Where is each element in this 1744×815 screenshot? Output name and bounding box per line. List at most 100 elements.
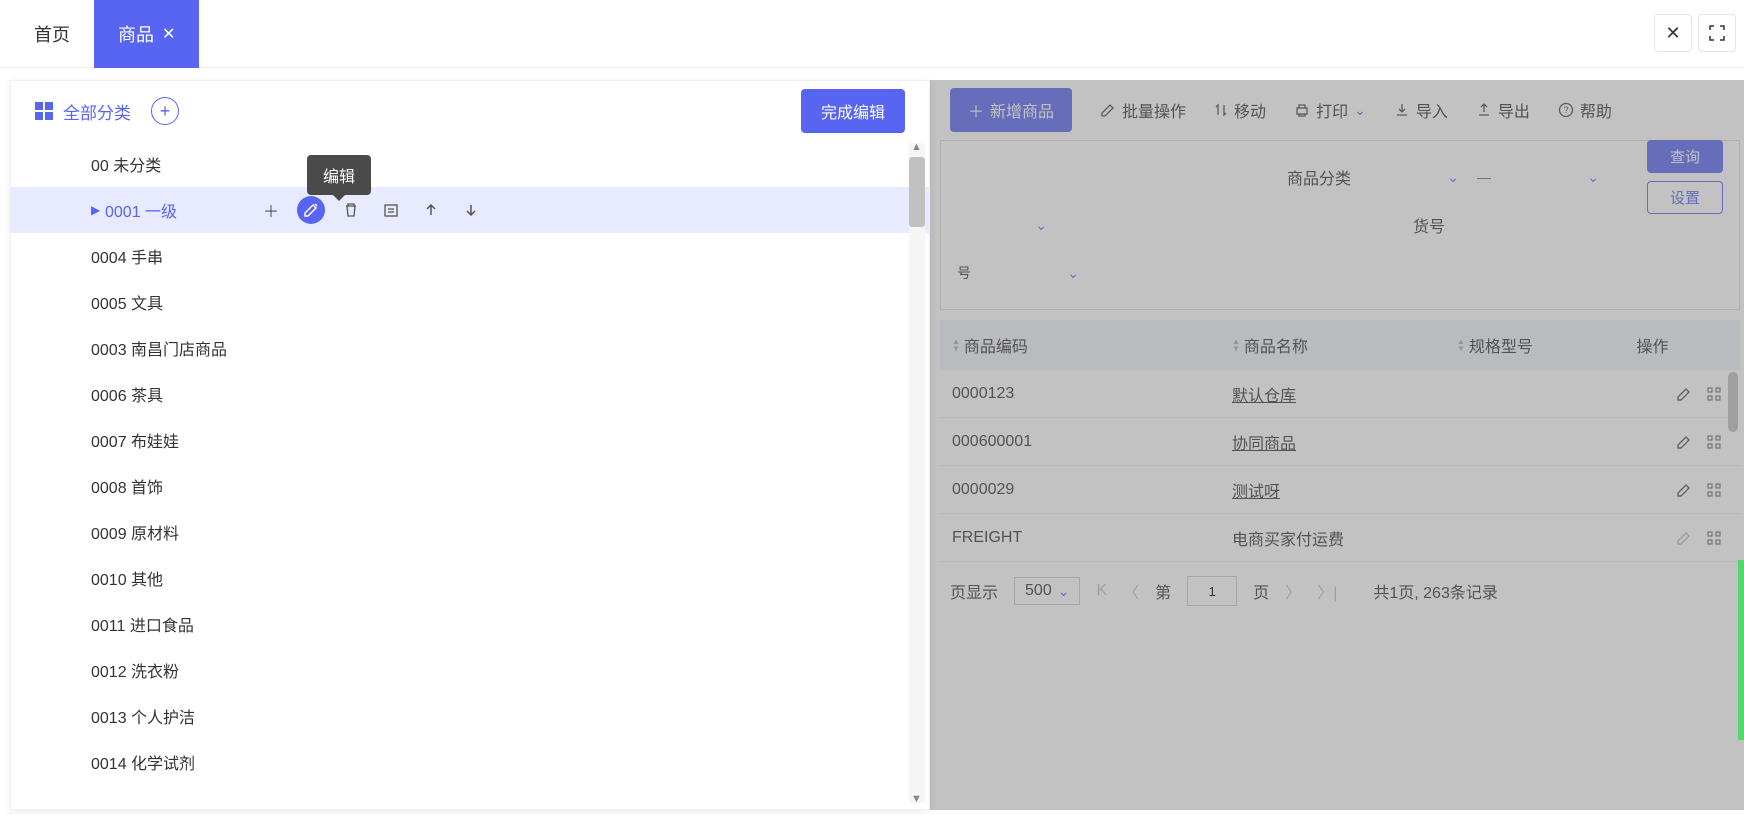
cell-code: 0000029 xyxy=(940,481,1220,499)
table-scrollbar-thumb[interactable] xyxy=(1728,372,1738,432)
tree-item[interactable]: 0013 个人护洁 xyxy=(91,693,905,739)
close-icon[interactable]: ✕ xyxy=(162,24,175,44)
row-edit-button[interactable] xyxy=(1676,434,1692,450)
row-edit-button[interactable] xyxy=(1676,386,1692,402)
import-button[interactable]: 导入 xyxy=(1394,98,1448,122)
tree-item[interactable]: 0005 文具 xyxy=(91,279,905,325)
tree-item[interactable]: 0004 手串 xyxy=(91,233,905,279)
tree-item[interactable]: 00 未分类 xyxy=(91,141,905,187)
tree-item-selected[interactable]: ▶ 0001 一级 ＋ xyxy=(11,187,929,233)
help-button[interactable]: ? 帮助 xyxy=(1558,98,1612,122)
page-input[interactable] xyxy=(1187,576,1237,606)
col-spec[interactable]: ▲▼ 规格型号 xyxy=(1445,333,1565,357)
chevron-down-icon[interactable]: ⌄ xyxy=(1447,169,1459,186)
green-edge-indicator xyxy=(1738,560,1744,740)
scrollbar-track[interactable]: ▲ ▼ xyxy=(909,143,925,803)
move-down-button[interactable] xyxy=(457,196,485,224)
chevron-down-icon[interactable]: ⌄ xyxy=(1067,265,1079,282)
grid-menu-icon xyxy=(1706,482,1722,498)
add-product-button[interactable]: ＋ 新增商品 xyxy=(950,88,1072,132)
table-row[interactable]: FREIGHT电商买家付运费 xyxy=(940,514,1740,562)
cell-code: 0000123 xyxy=(940,385,1220,403)
fullscreen-icon xyxy=(1708,24,1726,42)
table-header: ▲▼ 商品编码 ▲▼ 商品名称 ▲▼ 规格型号 操作 xyxy=(940,320,1740,370)
content-toolbar: ＋ 新增商品 批量操作 移动 打印 ⌄ 导入 导出 xyxy=(930,80,1744,140)
col-code[interactable]: ▲▼ 商品编码 xyxy=(940,333,1220,357)
chevron-down-icon[interactable]: ⌄ xyxy=(1035,217,1047,234)
tree-item[interactable]: 0007 布娃娃 xyxy=(91,417,905,463)
edit-icon xyxy=(1676,482,1692,498)
export-button[interactable]: 导出 xyxy=(1476,98,1530,122)
category-tree: 00 未分类 ▶ 0001 一级 ＋ xyxy=(11,141,929,801)
tree-item[interactable]: 0009 原材料 xyxy=(91,509,905,555)
row-edit-button[interactable] xyxy=(1676,482,1692,498)
chevron-down-icon: ⌄ xyxy=(1354,102,1366,119)
grid-icon xyxy=(35,102,53,120)
finish-edit-button[interactable]: 完成编辑 xyxy=(801,89,905,133)
first-page-button[interactable]: K xyxy=(1096,582,1107,600)
prev-page-button[interactable]: 〈 xyxy=(1123,579,1139,603)
row-more-button[interactable] xyxy=(1706,434,1722,450)
cell-name: 电商买家付运费 xyxy=(1220,526,1445,550)
edit-button[interactable] xyxy=(297,196,325,224)
help-icon: ? xyxy=(1558,102,1574,118)
grid-menu-icon xyxy=(1706,386,1722,402)
archive-button[interactable] xyxy=(377,196,405,224)
batch-button[interactable]: 批量操作 xyxy=(1100,98,1186,122)
print-button[interactable]: 打印 ⌄ xyxy=(1294,98,1366,122)
fullscreen-button[interactable] xyxy=(1698,14,1736,52)
export-icon xyxy=(1476,102,1492,118)
sort-icon: ▲▼ xyxy=(1232,338,1240,352)
all-categories-label[interactable]: 全部分类 xyxy=(63,99,131,124)
tree-item[interactable]: 0012 洗衣粉 xyxy=(91,647,905,693)
tab-product[interactable]: 商品 ✕ xyxy=(94,0,199,68)
edit-icon xyxy=(1676,434,1692,450)
last-page-button[interactable]: 〉| xyxy=(1317,579,1337,603)
cell-name[interactable]: 默认仓库 xyxy=(1220,382,1445,406)
close-all-button[interactable]: ✕ xyxy=(1654,14,1692,52)
table-body: 0000123默认仓库000600001协同商品0000029测试呀FREIGH… xyxy=(940,370,1740,562)
cell-op xyxy=(1676,482,1740,498)
archive-icon xyxy=(383,202,399,218)
table-row[interactable]: 000600001协同商品 xyxy=(940,418,1740,466)
col-name[interactable]: ▲▼ 商品名称 xyxy=(1220,333,1445,357)
tree-item[interactable]: 0011 进口食品 xyxy=(91,601,905,647)
tab-home[interactable]: 首页 xyxy=(10,0,94,68)
tab-product-label: 商品 xyxy=(118,21,154,47)
tree-item[interactable]: 0014 化学试剂 xyxy=(91,739,905,785)
settings-button[interactable]: 设置 xyxy=(1647,181,1723,214)
scroll-up-icon[interactable]: ▲ xyxy=(911,141,922,153)
page-size-select[interactable]: 500 ⌄ xyxy=(1014,577,1080,605)
col-op: 操作 xyxy=(1565,333,1740,357)
trash-icon xyxy=(343,202,359,218)
cell-op xyxy=(1676,530,1740,546)
cell-code: 000600001 xyxy=(940,433,1220,451)
edit-icon xyxy=(1676,530,1692,546)
arrow-up-icon xyxy=(423,202,439,218)
scroll-down-icon[interactable]: ▼ xyxy=(911,793,922,805)
tree-item[interactable]: 0006 茶具 xyxy=(91,371,905,417)
row-more-button[interactable] xyxy=(1706,482,1722,498)
scrollbar-thumb[interactable] xyxy=(909,157,925,227)
edit-icon xyxy=(303,202,319,218)
next-page-button[interactable]: 〉 xyxy=(1285,579,1301,603)
edit-tooltip: 编辑 xyxy=(307,155,371,195)
row-more-button[interactable] xyxy=(1706,530,1722,546)
add-category-button[interactable]: + xyxy=(151,97,179,125)
table-row[interactable]: 0000029测试呀 xyxy=(940,466,1740,514)
query-button[interactable]: 查询 xyxy=(1647,140,1723,173)
cell-name[interactable]: 测试呀 xyxy=(1220,478,1445,502)
sort-icon: ▲▼ xyxy=(952,338,960,352)
move-up-button[interactable] xyxy=(417,196,445,224)
row-more-button[interactable] xyxy=(1706,386,1722,402)
tree-item[interactable]: 0003 南昌门店商品 xyxy=(91,325,905,371)
add-child-button[interactable]: ＋ xyxy=(257,196,285,224)
tree-item[interactable]: 0010 其他 xyxy=(91,555,905,601)
cell-name[interactable]: 协同商品 xyxy=(1220,430,1445,454)
move-button[interactable]: 移动 xyxy=(1214,98,1266,122)
table-row[interactable]: 0000123默认仓库 xyxy=(940,370,1740,418)
chevron-down-icon[interactable]: ⌄ xyxy=(1587,169,1599,186)
caret-right-icon[interactable]: ▶ xyxy=(91,203,100,217)
cell-op xyxy=(1676,434,1740,450)
tree-item[interactable]: 0008 首饰 xyxy=(91,463,905,509)
